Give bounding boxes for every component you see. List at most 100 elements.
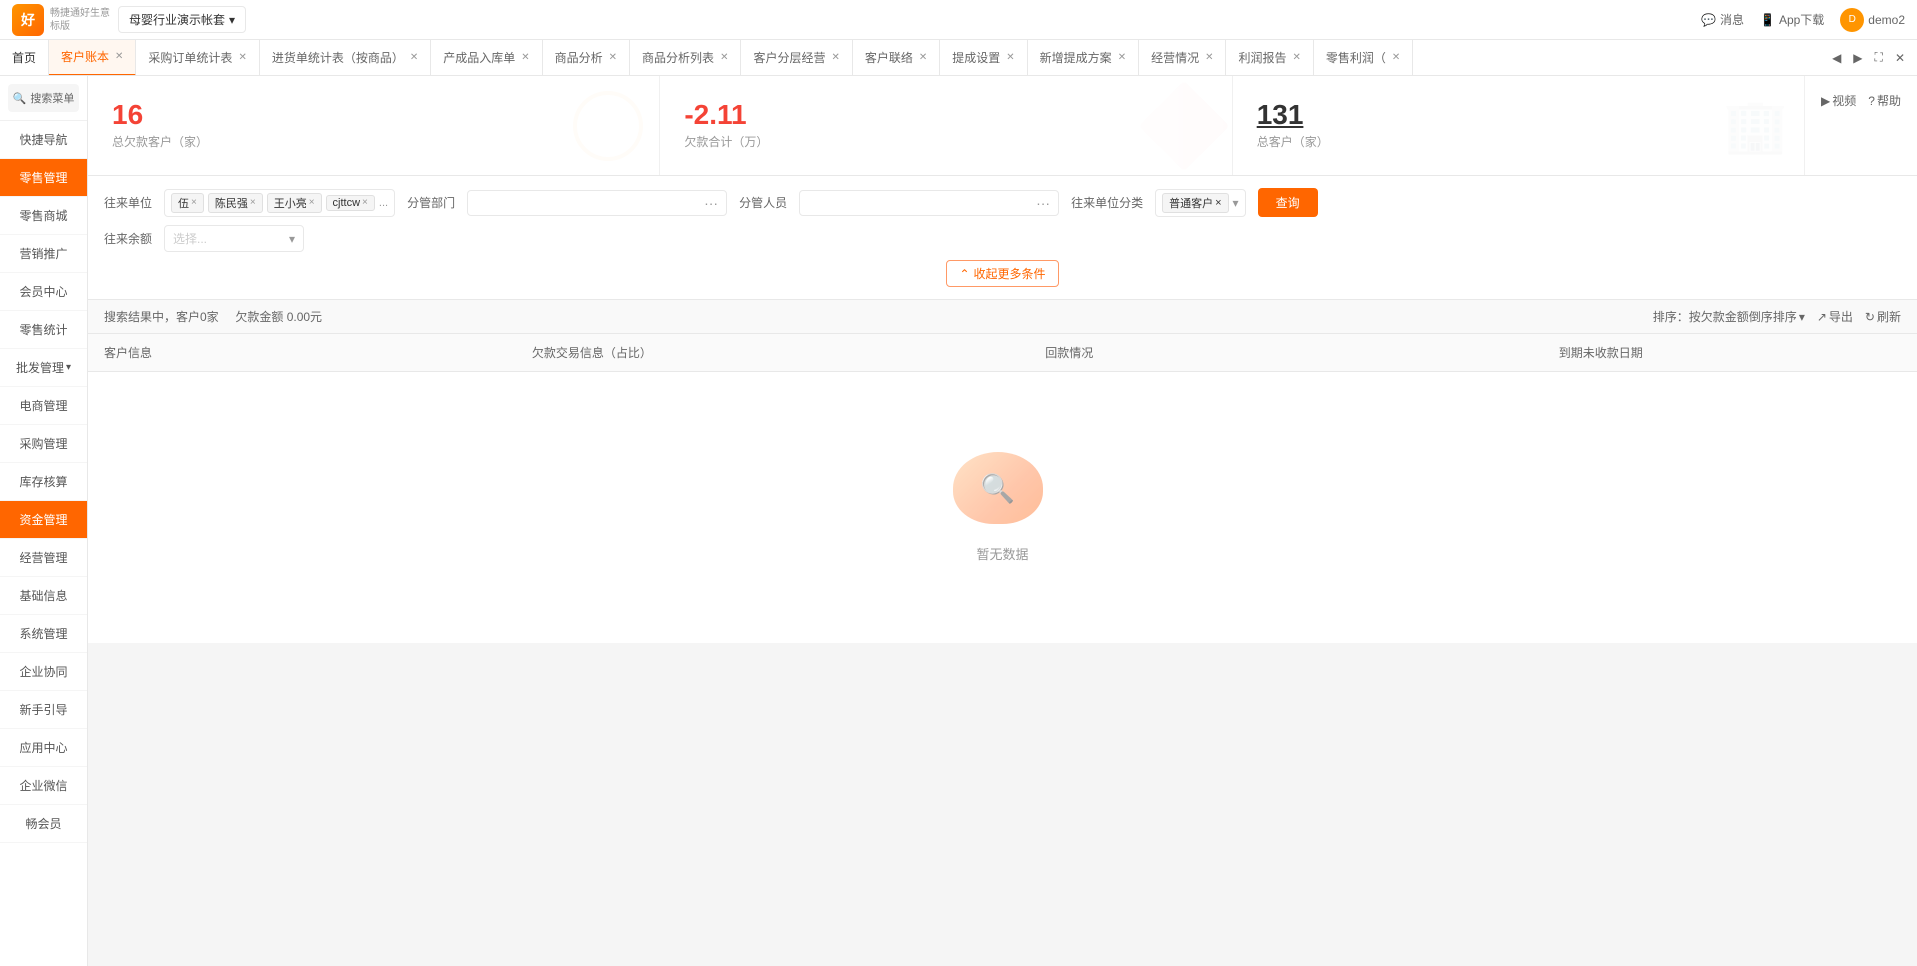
tag-chen[interactable]: 陈民强 ×: [208, 193, 263, 213]
sidebar-item-retail-mall[interactable]: 零售商城: [0, 197, 87, 235]
close-tab-business-status[interactable]: ✕: [1205, 52, 1213, 63]
unit-type-select[interactable]: 普通客户 × ▾: [1155, 189, 1245, 217]
query-button[interactable]: 查询: [1258, 188, 1318, 217]
stat-total-customers: 16 总欠款客户（家）: [88, 76, 660, 175]
remove-tag-chen[interactable]: ×: [250, 197, 256, 208]
table-header: 客户信息 欠款交易信息（占比） 回款情况 到期未收款日期: [88, 334, 1917, 372]
col-header-customer: 客户信息: [104, 344, 532, 361]
tab-business-status[interactable]: 经营情况 ✕: [1139, 40, 1226, 76]
filter-more-btn[interactable]: ...: [379, 197, 388, 209]
tag-cjttcw[interactable]: cjttcw ×: [326, 195, 375, 211]
person-dots-icon: ···: [1036, 195, 1050, 211]
export-action[interactable]: ↗ 导出: [1817, 308, 1853, 325]
tabs-close-icon[interactable]: ✕: [1891, 49, 1909, 67]
unit-type-label: 往来单位分类: [1071, 194, 1143, 211]
tabs-next-icon[interactable]: ▶: [1849, 49, 1866, 67]
sidebar-item-vip[interactable]: 畅会员: [0, 805, 87, 843]
sidebar-item-finance[interactable]: 资金管理: [0, 501, 87, 539]
help-action[interactable]: ? 帮助: [1868, 92, 1901, 109]
stat-label-customers: 总欠款客户（家）: [112, 133, 208, 150]
sidebar-item-app-center[interactable]: 应用中心: [0, 729, 87, 767]
close-tab-retail-profit[interactable]: ✕: [1392, 52, 1400, 63]
user-action[interactable]: D demo2: [1840, 8, 1905, 32]
close-tab-customer-tier[interactable]: ✕: [831, 52, 839, 63]
message-action[interactable]: 💬 消息: [1701, 11, 1744, 28]
close-tab-purchase-order[interactable]: ✕: [238, 52, 246, 63]
balance-select[interactable]: 选择... ▾: [164, 225, 304, 252]
tab-customer-connect[interactable]: 客户联络 ✕: [853, 40, 940, 76]
sort-dropdown[interactable]: 排序：按欠款金额倒序排序 ▾: [1653, 308, 1805, 325]
tab-goods-analysis[interactable]: 商品分析 ✕: [543, 40, 630, 76]
filter-row-1: 往来单位 伍 × 陈民强 × 王小亮 × cjttcw: [104, 188, 1901, 217]
close-tab-customer-book[interactable]: ✕: [115, 51, 123, 62]
close-tab-goods-analysis[interactable]: ✕: [609, 52, 617, 63]
download-action[interactable]: 📱 App下载: [1760, 11, 1824, 28]
stat-label-all: 总客户（家）: [1257, 133, 1329, 150]
sidebar-item-system[interactable]: 系统管理: [0, 615, 87, 653]
sidebar-item-quick-nav[interactable]: 快捷导航: [0, 121, 87, 159]
result-actions: 排序：按欠款金额倒序排序 ▾ ↗ 导出 ↻ 刷新: [1653, 308, 1901, 325]
col-header-date: 到期未收款日期: [1559, 344, 1901, 361]
unit-filter-tags[interactable]: 伍 × 陈民强 × 王小亮 × cjttcw × ...: [164, 189, 395, 217]
tab-customer-book[interactable]: 客户账本 ✕: [49, 40, 136, 76]
nav-tabs-end: ◀ ▶ ⛶ ✕: [1820, 48, 1917, 67]
tab-purchase-stat[interactable]: 进货单统计表（按商品） ✕: [260, 40, 431, 76]
stat-info-all: 131 总客户（家）: [1257, 101, 1329, 150]
tab-cost-in[interactable]: 产成品入库单 ✕: [431, 40, 542, 76]
tab-retail-profit[interactable]: 零售利润（ ✕: [1314, 40, 1413, 76]
sidebar-item-basic[interactable]: 基础信息: [0, 577, 87, 615]
sidebar-item-inventory[interactable]: 库存核算: [0, 463, 87, 501]
sidebar-item-corp-wechat[interactable]: 企业微信: [0, 767, 87, 805]
sidebar-item-retail-stat[interactable]: 零售统计: [0, 311, 87, 349]
sidebar-item-newbie[interactable]: 新手引导: [0, 691, 87, 729]
sidebar-item-marketing[interactable]: 营销推广: [0, 235, 87, 273]
sidebar-item-member[interactable]: 会员中心: [0, 273, 87, 311]
remove-tag-wu[interactable]: ×: [191, 197, 197, 208]
close-tab-new-improve[interactable]: ✕: [1118, 52, 1126, 63]
tabs-maximize-icon[interactable]: ⛶: [1871, 48, 1887, 67]
sidebar-item-purchase[interactable]: 采购管理: [0, 425, 87, 463]
workspace-selector[interactable]: 母婴行业演示帐套 ▾: [118, 6, 246, 33]
sidebar-item-ecommerce[interactable]: 电商管理: [0, 387, 87, 425]
dept-select[interactable]: ···: [467, 190, 727, 216]
close-tab-purchase-stat[interactable]: ✕: [410, 52, 418, 63]
collapse-button[interactable]: ⌃ 收起更多条件: [946, 260, 1058, 287]
close-tab-customer-connect[interactable]: ✕: [919, 52, 927, 63]
tabs-prev-icon[interactable]: ◀: [1828, 49, 1845, 67]
remove-tag-cjttcw[interactable]: ×: [362, 197, 368, 208]
tab-customer-tier[interactable]: 客户分层经营 ✕: [741, 40, 852, 76]
sidebar-search-button[interactable]: 🔍 搜索菜单: [8, 84, 79, 112]
filter-row-2: 往来余额 选择... ▾: [104, 225, 1901, 252]
tag-wang[interactable]: 王小亮 ×: [267, 193, 322, 213]
video-action[interactable]: ▶ 视频: [1821, 92, 1856, 109]
empty-state: 🔍 暂无数据: [88, 372, 1917, 643]
sidebar-item-retail[interactable]: 零售管理: [0, 159, 87, 197]
remove-tag-wang[interactable]: ×: [309, 197, 315, 208]
sidebar-item-operation[interactable]: 经营管理: [0, 539, 87, 577]
collapse-area: ⌃ 收起更多条件: [104, 260, 1901, 287]
tab-improve-settings[interactable]: 提成设置 ✕: [940, 40, 1027, 76]
sidebar-item-wholesale[interactable]: 批发管理 ▾: [0, 349, 87, 387]
stat-value-customers: 16: [112, 101, 208, 129]
close-tab-goods-analysis-list[interactable]: ✕: [720, 52, 728, 63]
tab-profit-report[interactable]: 利润报告 ✕: [1226, 40, 1313, 76]
tab-goods-analysis-list[interactable]: 商品分析列表 ✕: [630, 40, 741, 76]
tab-home[interactable]: 首页: [0, 40, 49, 76]
sort-chevron-icon: ▾: [1799, 310, 1805, 324]
person-select[interactable]: ···: [799, 190, 1059, 216]
close-tab-profit-report[interactable]: ✕: [1293, 52, 1301, 63]
chevron-icon: ▾: [66, 362, 71, 373]
chevron-down-balance: ▾: [289, 232, 295, 246]
remove-customer-type[interactable]: ×: [1215, 197, 1221, 209]
close-tab-improve-settings[interactable]: ✕: [1006, 52, 1014, 63]
sidebar-item-enterprise[interactable]: 企业协同: [0, 653, 87, 691]
close-tab-cost-in[interactable]: ✕: [521, 52, 529, 63]
tag-wu[interactable]: 伍 ×: [171, 193, 204, 213]
tab-new-improve[interactable]: 新增提成方案 ✕: [1028, 40, 1139, 76]
sidebar: 🔍 搜索菜单 快捷导航 零售管理 零售商城 营销推广 会员中心 零售统计 批发管…: [0, 76, 88, 966]
refresh-action[interactable]: ↻ 刷新: [1865, 308, 1901, 325]
customer-type-tag[interactable]: 普通客户 ×: [1162, 193, 1228, 213]
stat-icon-bg-customers: [573, 91, 643, 161]
tab-purchase-order[interactable]: 采购订单统计表 ✕: [136, 40, 259, 76]
stat-info-customers: 16 总欠款客户（家）: [112, 101, 208, 150]
